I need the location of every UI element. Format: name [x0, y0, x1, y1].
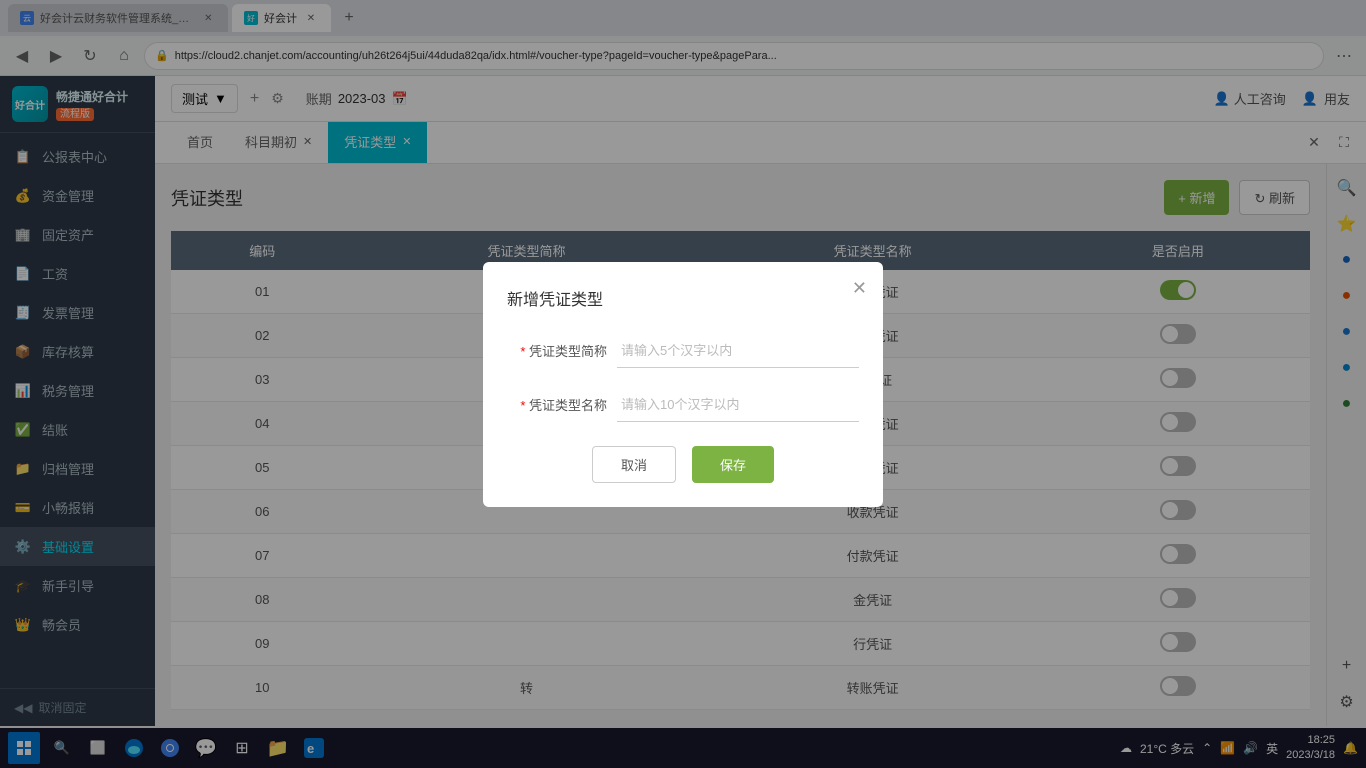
short-name-input[interactable] [617, 334, 859, 368]
full-name-label: 凭证类型名称 [507, 395, 617, 414]
short-name-label: 凭证类型简称 [507, 341, 617, 360]
dialog-footer: 取消 保存 [507, 446, 859, 483]
dialog-title: 新增凭证类型 [507, 286, 859, 310]
full-name-row: 凭证类型名称 [507, 388, 859, 422]
dialog-overlay: 新增凭证类型 ✕ 凭证类型简称 凭证类型名称 取消 保存 [0, 0, 1366, 768]
dialog-close-button[interactable]: ✕ [852, 278, 867, 299]
save-dialog-button[interactable]: 保存 [692, 446, 774, 483]
new-voucher-dialog: 新增凭证类型 ✕ 凭证类型简称 凭证类型名称 取消 保存 [483, 262, 883, 507]
cancel-dialog-button[interactable]: 取消 [592, 446, 676, 483]
full-name-input[interactable] [617, 388, 859, 422]
short-name-row: 凭证类型简称 [507, 334, 859, 368]
